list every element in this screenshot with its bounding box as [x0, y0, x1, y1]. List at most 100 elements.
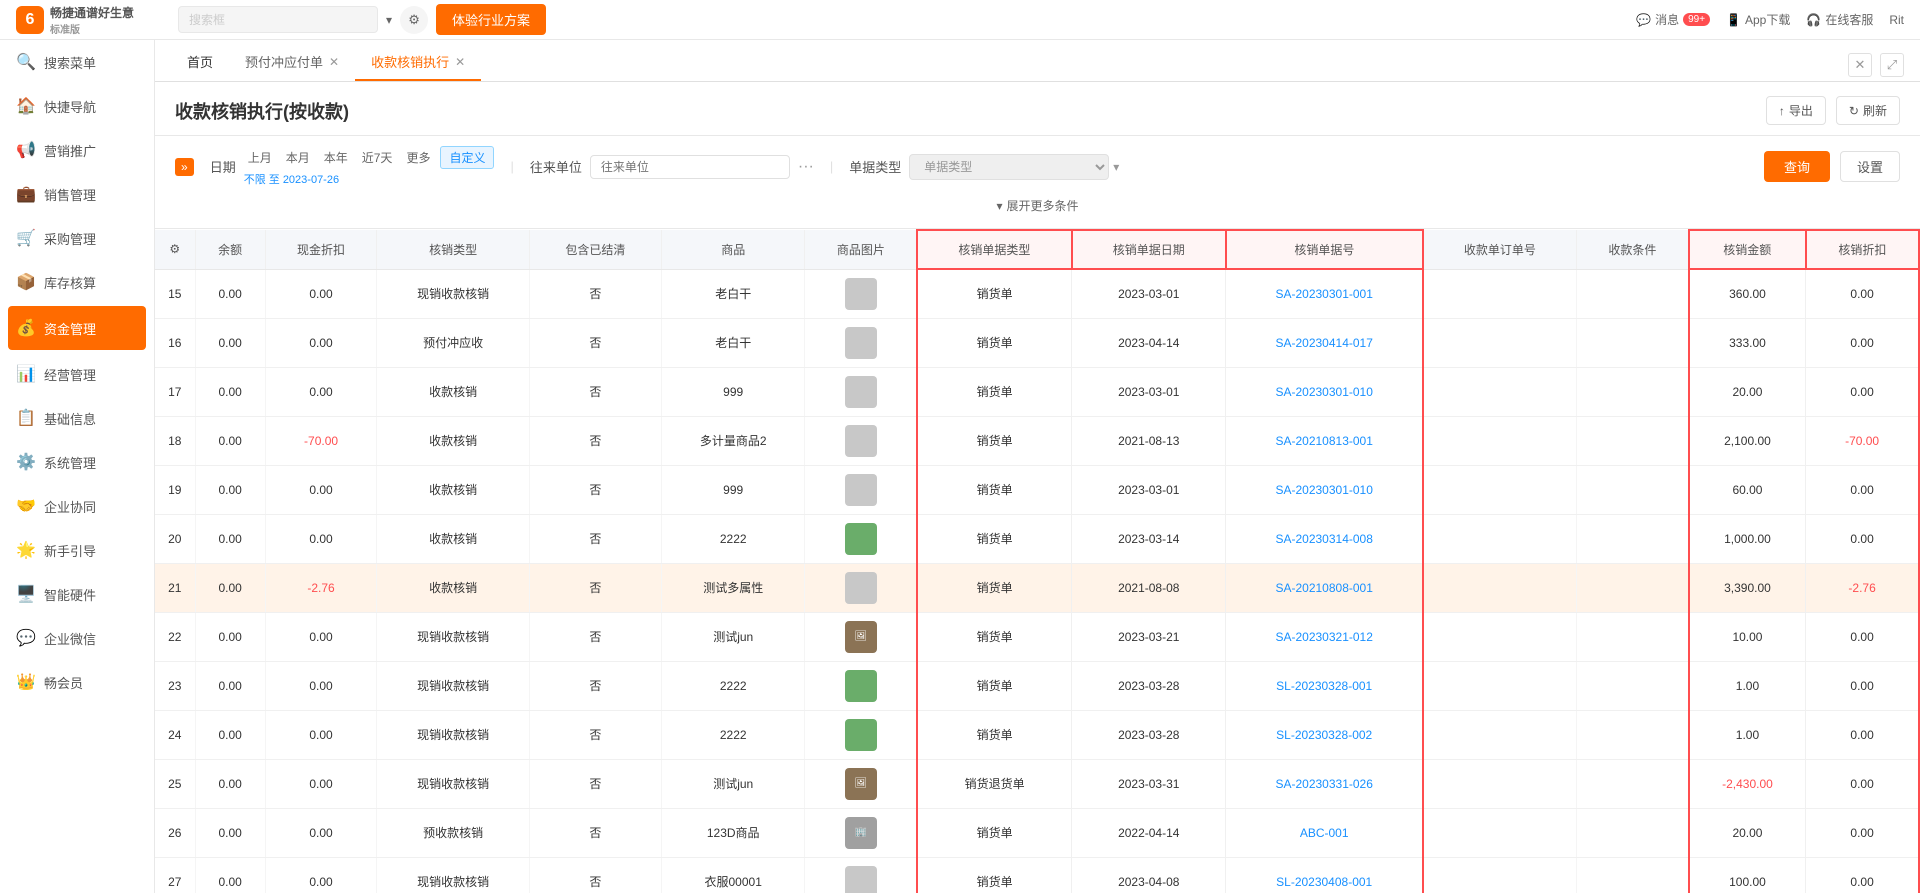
sidebar-item-label: 新手引导: [44, 541, 96, 560]
bill-no-link[interactable]: SA-20230414-017: [1275, 336, 1372, 350]
sidebar-item-marketing[interactable]: 📢 营销推广: [0, 128, 154, 172]
filter-dots[interactable]: ···: [798, 158, 814, 176]
tabbar: 首页 预付冲应付单 ✕ 收款核销执行 ✕ ✕ ⤢: [155, 40, 1920, 82]
bill-no-link[interactable]: SA-20230301-010: [1275, 385, 1372, 399]
date-this-year[interactable]: 本年: [320, 147, 352, 168]
cell-id: 26: [155, 808, 195, 857]
sidebar-item-guide[interactable]: 🌟 新手引导: [0, 528, 154, 572]
online-service-btn[interactable]: 🎧 在线客服: [1806, 11, 1873, 28]
setting-btn[interactable]: 设置: [1840, 151, 1900, 182]
sidebar-item-sales[interactable]: 💼 销售管理: [0, 172, 154, 216]
sidebar-item-purchase[interactable]: 🛒 采购管理: [0, 216, 154, 260]
date-custom[interactable]: 自定义: [440, 146, 494, 169]
user-name[interactable]: Rit: [1889, 13, 1904, 27]
cell-receipt-cond: [1576, 612, 1688, 661]
sidebar-item-member[interactable]: 👑 畅会员: [0, 660, 154, 704]
cell-goods: 老白干: [661, 318, 804, 367]
topbar-search[interactable]: 搜索框: [178, 6, 378, 33]
tab-verify[interactable]: 收款核销执行 ✕: [355, 44, 481, 81]
cell-cash-discount: 0.00: [265, 759, 376, 808]
table-header-row: ⚙ 余额 现金折扣 核销类型 包含已结清 商品 商品图片 核销单据类型 核销单据…: [155, 230, 1919, 269]
tab-home[interactable]: 首页: [171, 44, 229, 81]
cell-bill-no: SL-20230408-001: [1226, 857, 1423, 893]
gear-icon[interactable]: ⚙: [400, 6, 428, 34]
bill-no-link[interactable]: SL-20230328-001: [1276, 679, 1372, 693]
col-header-settings[interactable]: ⚙: [155, 230, 195, 269]
bill-no-link[interactable]: SL-20230328-002: [1276, 728, 1372, 742]
date-more[interactable]: 更多: [402, 147, 434, 168]
export-btn[interactable]: ↑ 导出: [1766, 96, 1826, 125]
bill-no-link[interactable]: SA-20210813-001: [1275, 434, 1372, 448]
cell-verify-discount: 0.00: [1806, 808, 1919, 857]
message-btn[interactable]: 💬 消息 99+: [1636, 11, 1710, 28]
sidebar-item-collab[interactable]: 🤝 企业协同: [0, 484, 154, 528]
bill-no-link[interactable]: SA-20230331-026: [1275, 777, 1372, 791]
sidebar-item-operations[interactable]: 📊 经营管理: [0, 352, 154, 396]
filter-collapse-btn[interactable]: »: [175, 158, 194, 176]
cell-bill-type: 销货单: [917, 661, 1071, 710]
expand-conditions-btn[interactable]: ▾ 展开更多条件: [984, 193, 1090, 218]
cell-verify-type: 收款核销: [377, 416, 530, 465]
bill-no-link[interactable]: SA-20230321-012: [1275, 630, 1372, 644]
bill-no-link[interactable]: SA-20210808-001: [1275, 581, 1372, 595]
cell-verify-amount: 2,100.00: [1689, 416, 1806, 465]
cell-bill-date: 2023-04-08: [1072, 857, 1226, 893]
bill-no-link[interactable]: SA-20230314-008: [1275, 532, 1372, 546]
cell-id: 15: [155, 269, 195, 318]
col-header-bill-no: 核销单据号: [1226, 230, 1423, 269]
tab-verify-close[interactable]: ✕: [455, 55, 465, 69]
sidebar-item-search[interactable]: 🔍 搜索菜单: [0, 40, 154, 84]
col-header-balance: 余额: [195, 230, 265, 269]
filter-row: » 日期 上月 本月 本年 近7天 更多 自定义 不限 至 2023-07-26: [175, 146, 1900, 187]
sidebar-item-basics[interactable]: 📋 基础信息: [0, 396, 154, 440]
date-this-month[interactable]: 本月: [282, 147, 314, 168]
sidebar-item-hardware[interactable]: 🖥️ 智能硬件: [0, 572, 154, 616]
sidebar-item-system[interactable]: ⚙️ 系统管理: [0, 440, 154, 484]
page-title: 收款核销执行(按收款): [175, 98, 349, 124]
cell-verify-amount: 360.00: [1689, 269, 1806, 318]
bill-type-select[interactable]: 单据类型: [909, 154, 1109, 180]
cell-balance: 0.00: [195, 269, 265, 318]
cell-include-settled: 否: [529, 465, 661, 514]
brand-tag-text: 标准版: [50, 21, 134, 36]
cell-verify-amount: 1.00: [1689, 661, 1806, 710]
bill-no-link[interactable]: SA-20230301-001: [1275, 287, 1372, 301]
tab-maximize-btn[interactable]: ⤢: [1880, 53, 1904, 77]
bill-no-link[interactable]: ABC-001: [1300, 826, 1349, 840]
cell-bill-date: 2023-03-28: [1072, 710, 1226, 759]
cell-id: 18: [155, 416, 195, 465]
bill-no-link[interactable]: SA-20230301-010: [1275, 483, 1372, 497]
system-icon: ⚙️: [16, 452, 36, 472]
date-last-month[interactable]: 上月: [244, 147, 276, 168]
query-btn[interactable]: 查询: [1764, 151, 1830, 182]
cell-goods-img: [805, 857, 917, 893]
brand-logo: 6 畅捷通谱好生意 标准版: [16, 4, 166, 36]
cell-bill-date: 2021-08-13: [1072, 416, 1226, 465]
cell-receipt-cond: [1576, 808, 1688, 857]
tab-close-window-btn[interactable]: ✕: [1848, 53, 1872, 77]
bill-no-link[interactable]: SL-20230408-001: [1276, 875, 1372, 889]
cell-bill-type: 销货退货单: [917, 759, 1071, 808]
cell-cash-discount: 0.00: [265, 612, 376, 661]
app-download-btn[interactable]: 📱 App下载: [1726, 11, 1790, 28]
refresh-btn[interactable]: ↻ 刷新: [1836, 96, 1900, 125]
sidebar-item-inventory[interactable]: 📦 库存核算: [0, 260, 154, 304]
cell-verify-type: 预收款核销: [377, 808, 530, 857]
table-row: 15 0.00 0.00 现销收款核销 否 老白干 销货单 2023-03-01…: [155, 269, 1919, 318]
bill-type-section: 单据类型 单据类型 ▾: [849, 154, 1119, 180]
cell-receipt-order: [1423, 367, 1576, 416]
sidebar-item-finance[interactable]: 💰 资金管理: [8, 306, 146, 350]
source-unit-input[interactable]: [590, 155, 790, 179]
trial-btn[interactable]: 体验行业方案: [436, 4, 546, 35]
service-label: 在线客服: [1825, 11, 1873, 28]
date-7days[interactable]: 近7天: [358, 147, 397, 168]
sidebar-item-wechat[interactable]: 💬 企业微信: [0, 616, 154, 660]
cell-cash-discount: 0.00: [265, 808, 376, 857]
cell-verify-amount: 10.00: [1689, 612, 1806, 661]
cell-bill-type: 销货单: [917, 318, 1071, 367]
cell-goods-img: 🖼: [805, 759, 917, 808]
tab-prepay[interactable]: 预付冲应付单 ✕: [229, 44, 355, 81]
sidebar-item-nav[interactable]: 🏠 快捷导航: [0, 84, 154, 128]
topbar-dropdown[interactable]: ▾: [386, 13, 392, 27]
tab-prepay-close[interactable]: ✕: [329, 55, 339, 69]
